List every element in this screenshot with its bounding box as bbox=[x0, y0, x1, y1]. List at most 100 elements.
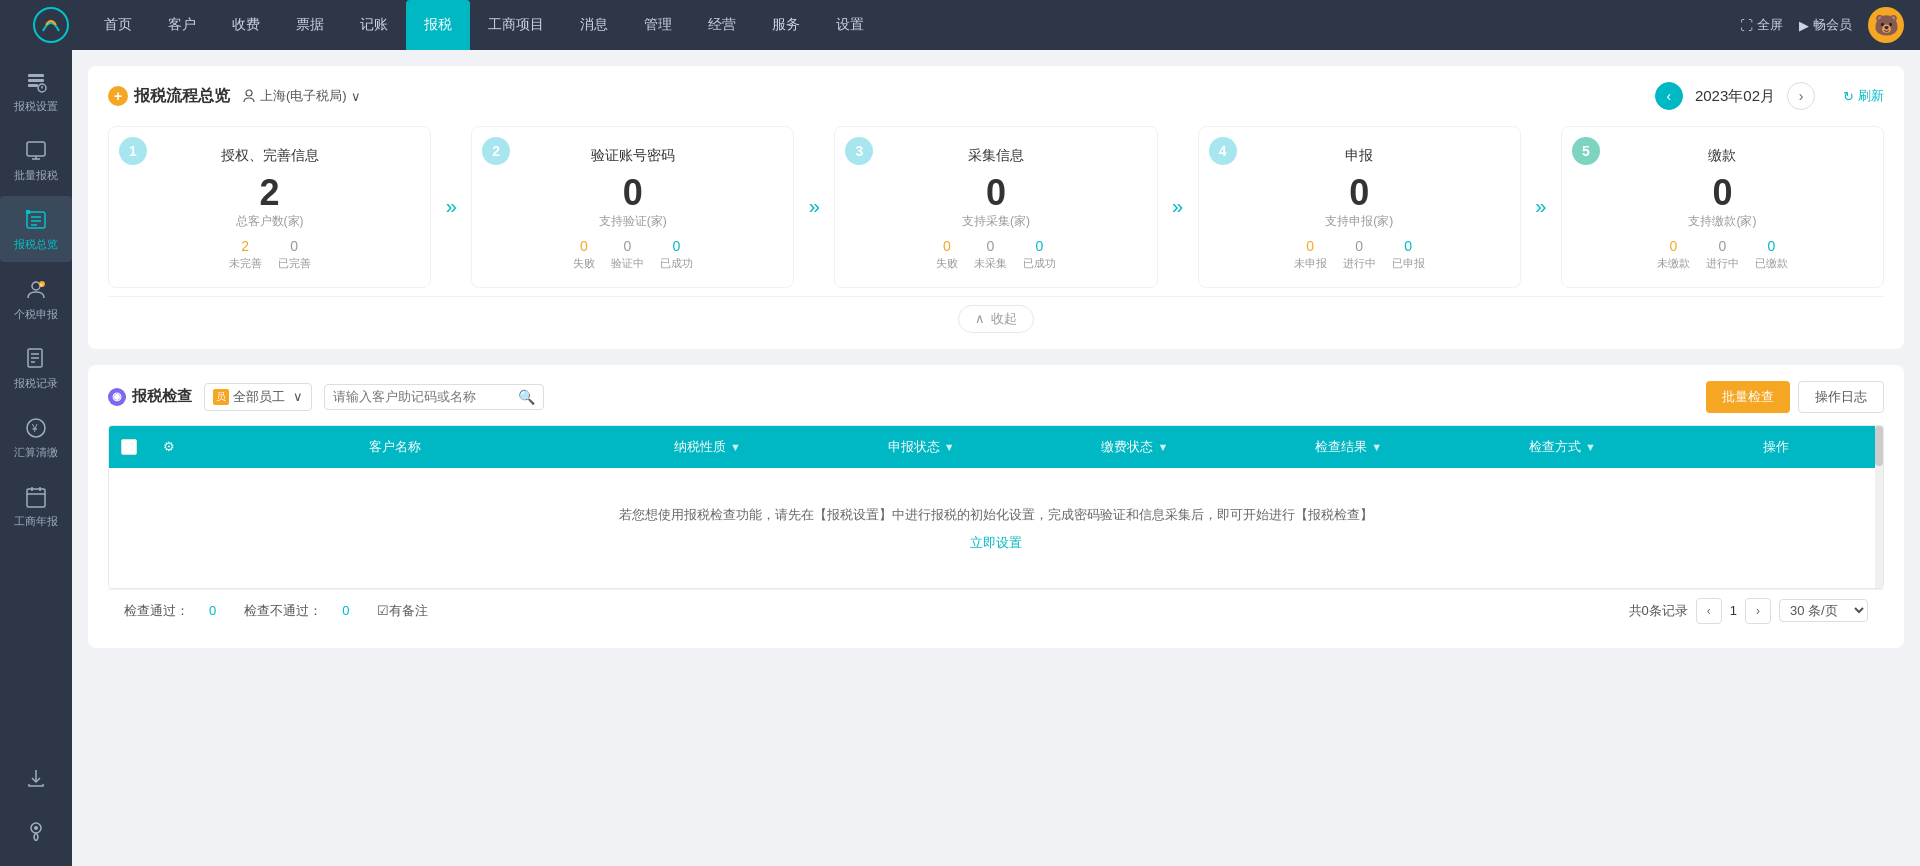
step-count-2: 0 bbox=[488, 173, 777, 213]
flow-step-4: 4 申报 0 支持申报(家) 0 未申报 0 进行中 bbox=[1198, 126, 1521, 288]
step-title-1: 授权、完善信息 bbox=[125, 147, 414, 165]
pagination: 共0条记录 ‹ 1 › 30 条/页50 条/页100 条/页 bbox=[1629, 598, 1868, 624]
sidebar-item-tax-overview[interactable]: 报税总览 bbox=[0, 196, 72, 261]
top-navigation: 首页 客户 收费 票据 记账 报税 工商项目 消息 管理 经营 服务 设置 ⛶ … bbox=[0, 0, 1920, 50]
nav-accounting[interactable]: 记账 bbox=[342, 0, 406, 50]
nav-message[interactable]: 消息 bbox=[562, 0, 626, 50]
flow-header: + 报税流程总览 上海(电子税局) ∨ ‹ 2023年02月 › bbox=[108, 82, 1884, 110]
page-size-selector[interactable]: 30 条/页50 条/页100 条/页 bbox=[1779, 599, 1868, 622]
step-badge-5: 5 bbox=[1572, 137, 1600, 165]
nav-operation[interactable]: 经营 bbox=[690, 0, 754, 50]
svg-rect-2 bbox=[28, 79, 44, 82]
setup-link[interactable]: 立即设置 bbox=[970, 534, 1022, 552]
stat-processing-2: 0 验证中 bbox=[611, 238, 644, 271]
location-icon bbox=[22, 816, 50, 844]
stat-success-3: 0 已成功 bbox=[1023, 238, 1056, 271]
fullscreen-button[interactable]: ⛶ 全屏 bbox=[1740, 16, 1783, 34]
flow-step-2: 2 验证账号密码 0 支持验证(家) 0 失败 0 验证中 bbox=[471, 126, 794, 288]
svg-point-6 bbox=[42, 88, 43, 89]
search-icon[interactable]: 🔍 bbox=[518, 389, 535, 405]
th-payment-status[interactable]: 缴费状态 ▼ bbox=[1028, 426, 1242, 468]
bulk-check-button[interactable]: 批量检查 bbox=[1706, 381, 1790, 413]
step-count-4: 0 bbox=[1215, 173, 1504, 213]
search-input[interactable] bbox=[333, 389, 518, 404]
nav-customer[interactable]: 客户 bbox=[150, 0, 214, 50]
step-stats-3: 0 失败 0 未采集 0 已成功 bbox=[851, 238, 1140, 271]
tax-check-card: ◉ 报税检查 员 全部员工 ∨ 🔍 批量检查 操作日志 bbox=[88, 365, 1904, 648]
svg-rect-14 bbox=[26, 210, 30, 214]
arrow-2: » bbox=[794, 126, 834, 288]
pass-label: 检查通过： bbox=[124, 602, 189, 620]
next-month-button[interactable]: › bbox=[1787, 82, 1815, 110]
step-title-5: 缴款 bbox=[1578, 147, 1867, 165]
th-check-result[interactable]: 检查结果 ▼ bbox=[1242, 426, 1456, 468]
nav-settings[interactable]: 设置 bbox=[818, 0, 882, 50]
step-badge-2: 2 bbox=[482, 137, 510, 165]
th-tax-nature[interactable]: 纳税性质 ▼ bbox=[601, 426, 815, 468]
th-declaration-status[interactable]: 申报状态 ▼ bbox=[814, 426, 1028, 468]
table-footer: 检查通过： 0 检查不通过： 0 ☑有备注 共0条记录 ‹ 1 › 30 条/页… bbox=[108, 589, 1884, 632]
prev-month-button[interactable]: ‹ bbox=[1655, 82, 1683, 110]
nav-home[interactable]: 首页 bbox=[86, 0, 150, 50]
filter-declaration-icon: ▼ bbox=[944, 441, 955, 453]
personal-tax-icon: ¥ bbox=[22, 276, 50, 304]
first-page-button[interactable]: ‹ bbox=[1696, 598, 1722, 624]
member-button[interactable]: ▶ 畅会员 bbox=[1799, 16, 1852, 34]
operation-log-button[interactable]: 操作日志 bbox=[1798, 381, 1884, 413]
th-settings: ⚙ bbox=[149, 426, 189, 468]
filter-payment-icon: ▼ bbox=[1157, 441, 1168, 453]
step-subtext-4: 支持申报(家) bbox=[1215, 213, 1504, 230]
staff-icon: 员 bbox=[213, 389, 229, 405]
logo-area bbox=[16, 7, 86, 43]
settings-icon[interactable]: ⚙ bbox=[163, 439, 175, 454]
nav-fee[interactable]: 收费 bbox=[214, 0, 278, 50]
th-check-method[interactable]: 检查方式 ▼ bbox=[1456, 426, 1670, 468]
header-checkbox[interactable] bbox=[121, 439, 137, 455]
th-checkbox bbox=[109, 426, 149, 468]
fail-count[interactable]: 0 bbox=[342, 603, 349, 618]
step-title-3: 采集信息 bbox=[851, 147, 1140, 165]
arrow-1: » bbox=[431, 126, 471, 288]
chevron-up-icon: ∧ bbox=[975, 311, 985, 326]
sidebar: 报税设置 批量报税 报税总览 bbox=[0, 50, 72, 866]
next-page-button[interactable]: › bbox=[1745, 598, 1771, 624]
table-scrollbar[interactable] bbox=[1875, 426, 1883, 588]
table-body-empty: 若您想使用报税检查功能，请先在【报税设置】中进行报税的初始化设置，完成密码验证和… bbox=[109, 468, 1883, 588]
nav-business[interactable]: 工商项目 bbox=[470, 0, 562, 50]
sidebar-item-annual-report[interactable]: 工商年报 bbox=[0, 473, 72, 538]
filter-result-icon: ▼ bbox=[1371, 441, 1382, 453]
nav-invoice[interactable]: 票据 bbox=[278, 0, 342, 50]
step-title-4: 申报 bbox=[1215, 147, 1504, 165]
sidebar-item-personal-tax[interactable]: ¥ 个税申报 bbox=[0, 266, 72, 331]
nav-service[interactable]: 服务 bbox=[754, 0, 818, 50]
tax-overview-icon bbox=[22, 206, 50, 234]
nav-tax[interactable]: 报税 bbox=[406, 0, 470, 50]
step-title-2: 验证账号密码 bbox=[488, 147, 777, 165]
sidebar-item-tax-records[interactable]: 报税记录 bbox=[0, 335, 72, 400]
stat-fail-3: 0 失败 bbox=[936, 238, 958, 271]
svg-point-0 bbox=[34, 8, 68, 42]
chevron-down-icon: ∨ bbox=[351, 89, 361, 104]
location-selector[interactable]: 上海(电子税局) ∨ bbox=[242, 87, 361, 105]
pass-count[interactable]: 0 bbox=[209, 603, 216, 618]
user-avatar[interactable]: 🐻 bbox=[1868, 7, 1904, 43]
sidebar-item-batch-tax[interactable]: 批量报税 bbox=[0, 127, 72, 192]
staff-selector[interactable]: 员 全部员工 ∨ bbox=[204, 383, 312, 411]
scroll-thumb[interactable] bbox=[1875, 426, 1883, 466]
stat-complete: 0 已完善 bbox=[278, 238, 311, 271]
flow-step-5: 5 缴款 0 支持缴款(家) 0 未缴款 0 进行中 bbox=[1561, 126, 1884, 288]
sidebar-item-location[interactable] bbox=[0, 806, 72, 854]
sidebar-item-download[interactable] bbox=[0, 754, 72, 802]
check-title: ◉ 报税检查 bbox=[108, 387, 192, 406]
refresh-button[interactable]: ↻ 刷新 bbox=[1843, 87, 1884, 105]
stat-reported-4: 0 已申报 bbox=[1392, 238, 1425, 271]
svg-text:¥: ¥ bbox=[40, 282, 43, 288]
step-subtext-2: 支持验证(家) bbox=[488, 213, 777, 230]
collapse-button[interactable]: ∧ 收起 bbox=[958, 305, 1034, 333]
sidebar-item-tax-settings[interactable]: 报税设置 bbox=[0, 58, 72, 123]
current-month: 2023年02月 bbox=[1695, 87, 1775, 106]
sidebar-item-settlement[interactable]: ¥ 汇算清缴 bbox=[0, 404, 72, 469]
batch-tax-icon bbox=[22, 137, 50, 165]
nav-right-actions: ⛶ 全屏 ▶ 畅会员 🐻 bbox=[1740, 7, 1904, 43]
nav-manage[interactable]: 管理 bbox=[626, 0, 690, 50]
